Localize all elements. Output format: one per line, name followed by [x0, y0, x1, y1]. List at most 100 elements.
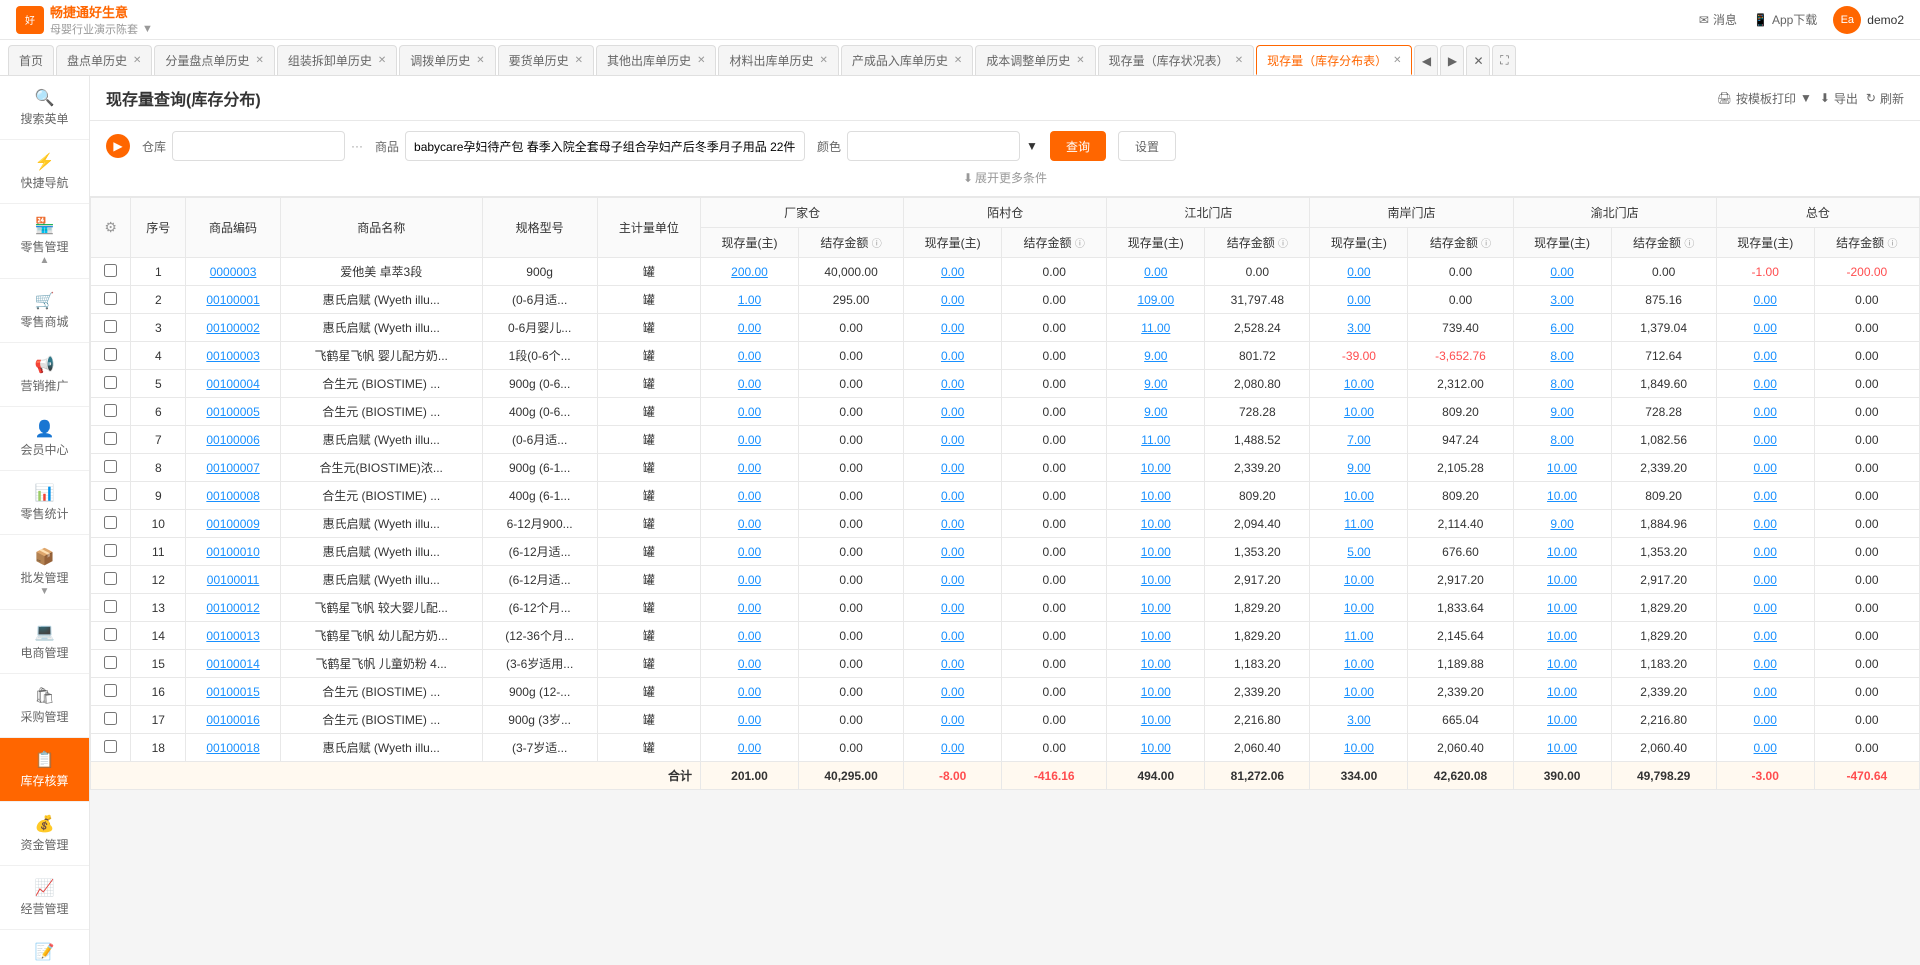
- sidebar-item-retail-store[interactable]: 🛒 零售商城: [0, 279, 89, 343]
- row-w6-qty[interactable]: 0.00: [1716, 398, 1814, 426]
- settings-button[interactable]: 设置: [1118, 131, 1176, 161]
- tab-close-icon[interactable]: ✕: [1393, 55, 1401, 66]
- row-w4-qty[interactable]: 10.00: [1310, 734, 1408, 762]
- row-w2-qty[interactable]: 0.00: [904, 706, 1002, 734]
- row-w1-qty[interactable]: 0.00: [701, 734, 799, 762]
- row-w6-qty[interactable]: 0.00: [1716, 566, 1814, 594]
- row-select-checkbox[interactable]: [104, 376, 117, 389]
- row-checkbox[interactable]: [91, 286, 131, 314]
- row-w3-qty[interactable]: 9.00: [1107, 342, 1205, 370]
- print-button[interactable]: 🖨 按模板打印 ▼: [1717, 90, 1812, 107]
- tab-close-icon[interactable]: ✕: [697, 55, 705, 66]
- tab-close-all-button[interactable]: ✕: [1466, 45, 1490, 75]
- row-w3-qty[interactable]: 10.00: [1107, 734, 1205, 762]
- row-w6-qty[interactable]: 0.00: [1716, 594, 1814, 622]
- refresh-button[interactable]: ↻ 刷新: [1866, 90, 1904, 107]
- row-checkbox[interactable]: [91, 622, 131, 650]
- row-w4-qty[interactable]: 10.00: [1310, 594, 1408, 622]
- row-w4-qty[interactable]: 7.00: [1310, 426, 1408, 454]
- sidebar-item-purchase[interactable]: 🛍 采购管理: [0, 674, 89, 738]
- row-w2-qty[interactable]: 0.00: [904, 286, 1002, 314]
- row-code[interactable]: 00100014: [186, 650, 280, 678]
- row-w6-qty[interactable]: 0.00: [1716, 706, 1814, 734]
- row-w5-qty[interactable]: 10.00: [1513, 538, 1611, 566]
- row-w1-qty[interactable]: 0.00: [701, 314, 799, 342]
- row-w5-qty[interactable]: 10.00: [1513, 678, 1611, 706]
- row-w1-qty[interactable]: 0.00: [701, 482, 799, 510]
- row-w2-qty[interactable]: 0.00: [904, 594, 1002, 622]
- tab-transfer[interactable]: 调拨单历史 ✕: [399, 45, 495, 75]
- row-w5-qty[interactable]: 10.00: [1513, 706, 1611, 734]
- row-w4-qty[interactable]: 3.00: [1310, 314, 1408, 342]
- row-w6-qty[interactable]: -1.00: [1716, 258, 1814, 286]
- row-w1-qty[interactable]: 0.00: [701, 622, 799, 650]
- row-w5-qty[interactable]: 8.00: [1513, 342, 1611, 370]
- row-checkbox[interactable]: [91, 258, 131, 286]
- col-gear-header[interactable]: ⚙: [91, 198, 131, 258]
- row-w6-qty[interactable]: 0.00: [1716, 314, 1814, 342]
- row-w3-qty[interactable]: 10.00: [1107, 482, 1205, 510]
- tab-stock-dist[interactable]: 现存量（库存分布表） ✕: [1256, 45, 1412, 75]
- row-code[interactable]: 00100001: [186, 286, 280, 314]
- row-checkbox[interactable]: [91, 678, 131, 706]
- row-w6-qty[interactable]: 0.00: [1716, 622, 1814, 650]
- row-checkbox[interactable]: [91, 538, 131, 566]
- row-w2-qty[interactable]: 0.00: [904, 454, 1002, 482]
- row-w2-qty[interactable]: 0.00: [904, 482, 1002, 510]
- row-w4-qty[interactable]: 5.00: [1310, 538, 1408, 566]
- tab-requisition[interactable]: 要货单历史 ✕: [498, 45, 594, 75]
- tab-close-icon[interactable]: ✕: [954, 55, 962, 66]
- row-select-checkbox[interactable]: [104, 404, 117, 417]
- user-profile[interactable]: Ea demo2: [1833, 6, 1904, 34]
- row-code[interactable]: 00100007: [186, 454, 280, 482]
- row-code[interactable]: 00100011: [186, 566, 280, 594]
- row-select-checkbox[interactable]: [104, 460, 117, 473]
- row-select-checkbox[interactable]: [104, 488, 117, 501]
- gear-icon[interactable]: ⚙: [104, 219, 117, 235]
- tab-other-out[interactable]: 其他出库单历史 ✕: [596, 45, 716, 75]
- row-checkbox[interactable]: [91, 370, 131, 398]
- row-w6-qty[interactable]: 0.00: [1716, 342, 1814, 370]
- row-checkbox[interactable]: [91, 398, 131, 426]
- row-w1-qty[interactable]: 0.00: [701, 426, 799, 454]
- row-w2-qty[interactable]: 0.00: [904, 398, 1002, 426]
- row-w2-qty[interactable]: 0.00: [904, 734, 1002, 762]
- row-select-checkbox[interactable]: [104, 320, 117, 333]
- info-icon[interactable]: ⓘ: [1888, 239, 1898, 250]
- row-w3-qty[interactable]: 10.00: [1107, 594, 1205, 622]
- row-w5-qty[interactable]: 0.00: [1513, 258, 1611, 286]
- row-w3-qty[interactable]: 10.00: [1107, 706, 1205, 734]
- sidebar-item-search[interactable]: 🔍 搜索英单: [0, 76, 89, 140]
- row-w1-qty[interactable]: 0.00: [701, 398, 799, 426]
- row-w5-qty[interactable]: 8.00: [1513, 370, 1611, 398]
- row-w4-qty[interactable]: 11.00: [1310, 510, 1408, 538]
- row-w3-qty[interactable]: 11.00: [1107, 314, 1205, 342]
- row-w5-qty[interactable]: 10.00: [1513, 594, 1611, 622]
- info-icon[interactable]: ⓘ: [872, 239, 882, 250]
- sidebar-item-retail-mgmt[interactable]: 🏪 零售管理 ▲: [0, 204, 89, 279]
- sidebar-item-retail-stat[interactable]: 📊 零售统计: [0, 471, 89, 535]
- row-code[interactable]: 00100016: [186, 706, 280, 734]
- row-checkbox[interactable]: [91, 594, 131, 622]
- row-w6-qty[interactable]: 0.00: [1716, 482, 1814, 510]
- row-w3-qty[interactable]: 109.00: [1107, 286, 1205, 314]
- row-w2-qty[interactable]: 0.00: [904, 370, 1002, 398]
- row-select-checkbox[interactable]: [104, 684, 117, 697]
- row-code[interactable]: 00100003: [186, 342, 280, 370]
- row-w4-qty[interactable]: 10.00: [1310, 370, 1408, 398]
- row-w1-qty[interactable]: 0.00: [701, 510, 799, 538]
- info-icon[interactable]: ⓘ: [1481, 239, 1491, 250]
- row-code[interactable]: 00100010: [186, 538, 280, 566]
- row-w6-qty[interactable]: 0.00: [1716, 510, 1814, 538]
- row-w2-qty[interactable]: 0.00: [904, 678, 1002, 706]
- row-code[interactable]: 00100008: [186, 482, 280, 510]
- product-input[interactable]: [405, 131, 805, 161]
- row-w1-qty[interactable]: 0.00: [701, 370, 799, 398]
- tab-close-icon[interactable]: ✕: [1235, 55, 1243, 66]
- info-icon[interactable]: ⓘ: [1278, 239, 1288, 250]
- row-checkbox[interactable]: [91, 734, 131, 762]
- row-w3-qty[interactable]: 10.00: [1107, 566, 1205, 594]
- query-button[interactable]: 查询: [1050, 131, 1106, 161]
- sidebar-item-marketing[interactable]: 📢 营销推广: [0, 343, 89, 407]
- row-select-checkbox[interactable]: [104, 432, 117, 445]
